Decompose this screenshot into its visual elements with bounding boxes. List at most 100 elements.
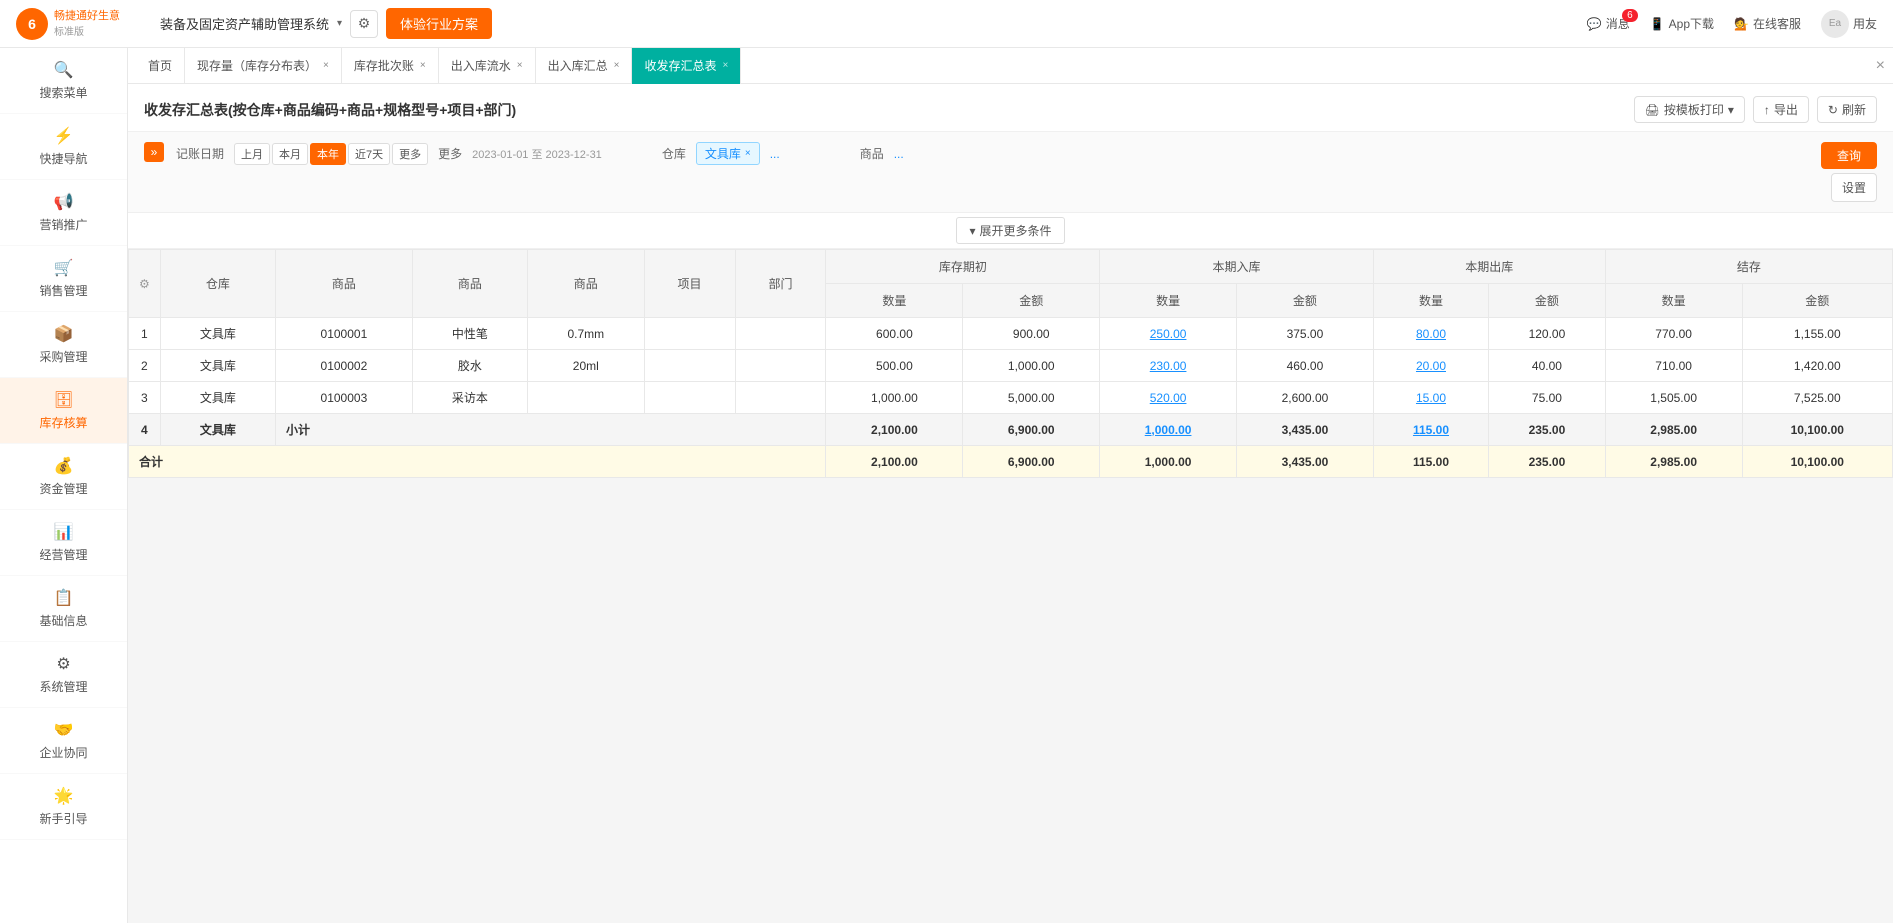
warehouse-tag-close-icon[interactable]: ×: [745, 148, 751, 159]
sidebar-item-inventory[interactable]: 🗄库存核算: [0, 378, 127, 444]
row-in-qty-0[interactable]: 250.00: [1100, 318, 1237, 350]
refresh-button[interactable]: ↻ 刷新: [1817, 96, 1877, 123]
tab-close-inout-flow[interactable]: ×: [517, 60, 523, 71]
gear-button[interactable]: ⚙: [350, 10, 378, 38]
row-spec-2: [528, 382, 645, 414]
sidebar-item-sales[interactable]: 🛒销售管理: [0, 246, 127, 312]
col-project-header: 项目: [644, 250, 735, 318]
print-icon: 🖨: [1645, 103, 1660, 117]
row-ps-amt-2: 5,000.00: [963, 382, 1100, 414]
tab-inventory-dist[interactable]: 现存量（库存分布表）×: [185, 48, 342, 84]
online-service-action[interactable]: 💁 在线客服: [1734, 15, 1801, 32]
table-wrapper: ⚙ 仓库 商品 商品 商品 项目 部门 库存期初 本期入库 本期出库: [128, 249, 1893, 478]
tab-close-inventory-dist[interactable]: ×: [323, 60, 329, 71]
tab-close-recv-send-summary[interactable]: ×: [722, 60, 728, 71]
tab-inout-summary[interactable]: 出入库汇总×: [536, 48, 633, 84]
col-out-qty-header: 数量: [1373, 284, 1488, 318]
tab-batch-ledger[interactable]: 库存批次账×: [342, 48, 439, 84]
row-out-qty-2[interactable]: 15.00: [1373, 382, 1488, 414]
sidebar-item-operations[interactable]: 📊经营管理: [0, 510, 127, 576]
tab-close-inout-summary[interactable]: ×: [614, 60, 620, 71]
table-settings-header[interactable]: ⚙: [129, 250, 161, 318]
page-content: 收发存汇总表(按仓库+商品编码+商品+规格型号+项目+部门) 🖨 按模板打印 ▾…: [128, 84, 1893, 923]
tab-home[interactable]: 首页: [136, 48, 185, 84]
row-project-2: [644, 382, 735, 414]
row-bal-qty-0: 770.00: [1605, 318, 1742, 350]
sidebar-item-basic[interactable]: 📋基础信息: [0, 576, 127, 642]
message-action[interactable]: 💬 消息 6: [1587, 15, 1630, 32]
warehouse-tag-text: 文具库: [705, 145, 741, 162]
message-icon: 💬: [1587, 17, 1602, 31]
expand-label: 展开更多条件: [980, 222, 1052, 239]
query-button[interactable]: 查询: [1821, 142, 1877, 169]
system-icon: ⚙: [56, 654, 70, 674]
logo-line2: 标准版: [54, 23, 120, 38]
total-bal-amt: 10,100.00: [1742, 446, 1892, 478]
subtotal-index: 4: [129, 414, 161, 446]
tab-inout-flow[interactable]: 出入库流水 ×: [439, 48, 536, 84]
filter-settings-button[interactable]: 设置: [1831, 173, 1877, 202]
export-button[interactable]: ↑ 导出: [1753, 96, 1809, 123]
sidebar-item-purchase[interactable]: 📦采购管理: [0, 312, 127, 378]
tab-label-inout-flow: 出入库流水: [451, 57, 511, 74]
marketing-icon: 📢: [54, 192, 74, 212]
user-action[interactable]: Ea 用友: [1821, 10, 1877, 38]
total-out-qty: 115.00: [1373, 446, 1488, 478]
more-date-label[interactable]: 更多: [438, 145, 462, 162]
sidebar-item-collab[interactable]: 🤝企业协同: [0, 708, 127, 774]
col-ps-qty-header: 数量: [826, 284, 963, 318]
row-ps-qty-2: 1,000.00: [826, 382, 963, 414]
row-warehouse-1: 文具库: [160, 350, 275, 382]
system-area: 装备及固定资产辅助管理系统 ▾ ⚙ 体验行业方案: [160, 8, 492, 39]
row-code-0: 0100001: [275, 318, 412, 350]
col-bal-qty-header: 数量: [1605, 284, 1742, 318]
date-shortcut-近7天[interactable]: 近7天: [348, 143, 390, 165]
sidebar-item-marketing[interactable]: 📢营销推广: [0, 180, 127, 246]
sidebar-item-guide[interactable]: 🌟新手引导: [0, 774, 127, 840]
row-in-qty-1[interactable]: 230.00: [1100, 350, 1237, 382]
page-header-actions: 🖨 按模板打印 ▾ ↑ 导出 ↻ 刷新: [1634, 96, 1877, 123]
trial-button[interactable]: 体验行业方案: [386, 8, 492, 39]
total-in-qty: 1,000.00: [1100, 446, 1237, 478]
guide-icon: 🌟: [54, 786, 74, 806]
basic-icon: 📋: [54, 588, 74, 608]
date-shortcut-上月[interactable]: 上月: [234, 143, 270, 165]
warehouse-tag[interactable]: 文具库 ×: [696, 142, 760, 165]
table-row: 1 文具库 0100001 中性笔 0.7mm 600.00 900.00 25…: [129, 318, 1893, 350]
search-icon: 🔍: [54, 60, 74, 80]
row-ps-amt-0: 900.00: [963, 318, 1100, 350]
system-dropdown-icon[interactable]: ▾: [337, 18, 342, 29]
date-shortcut-更多[interactable]: 更多: [392, 143, 428, 165]
print-button[interactable]: 🖨 按模板打印 ▾: [1634, 96, 1745, 123]
subtotal-in-qty[interactable]: 1,000.00: [1100, 414, 1237, 446]
subtotal-out-qty[interactable]: 115.00: [1373, 414, 1488, 446]
expand-conditions-button[interactable]: ▾ 展开更多条件: [956, 217, 1064, 244]
sidebar-item-label-system: 系统管理: [39, 678, 87, 695]
tab-close-batch-ledger[interactable]: ×: [420, 60, 426, 71]
sidebar-item-system[interactable]: ⚙ 系统管理: [0, 642, 127, 708]
row-in-qty-2[interactable]: 520.00: [1100, 382, 1237, 414]
filter-toggle-button[interactable]: »: [144, 142, 164, 162]
logo-area: 6 畅捷通好生意 标准版: [16, 8, 144, 40]
product-more-btn[interactable]: ...: [894, 147, 904, 161]
user-avatar: Ea: [1821, 10, 1849, 38]
date-shortcut-本月[interactable]: 本月: [272, 143, 308, 165]
row-out-amt-1: 40.00: [1489, 350, 1606, 382]
sidebar-item-search[interactable]: 🔍搜索菜单: [0, 48, 127, 114]
sidebar-item-finance[interactable]: 💰资金管理: [0, 444, 127, 510]
message-badge: 6: [1622, 9, 1638, 22]
row-out-qty-0[interactable]: 80.00: [1373, 318, 1488, 350]
tab-recv-send-summary[interactable]: 收发存汇总表×: [632, 48, 741, 84]
tab-label-home: 首页: [148, 57, 172, 74]
subtotal-out-amt: 235.00: [1489, 414, 1606, 446]
row-in-amt-2: 2,600.00: [1237, 382, 1374, 414]
table-row: 2 文具库 0100002 胶水 20ml 500.00 1,000.00 23…: [129, 350, 1893, 382]
warehouse-more-btn[interactable]: ...: [770, 147, 780, 161]
date-range-text: 2023-01-01 至 2023-12-31: [472, 146, 602, 162]
row-out-qty-1[interactable]: 20.00: [1373, 350, 1488, 382]
close-all-tabs-button[interactable]: ×: [1876, 57, 1885, 75]
date-shortcut-本年[interactable]: 本年: [310, 143, 346, 165]
sidebar-item-quick-nav[interactable]: ⚡快捷导航: [0, 114, 127, 180]
quick-nav-icon: ⚡: [54, 126, 74, 146]
app-download-action[interactable]: 📱 App下载: [1650, 15, 1714, 32]
